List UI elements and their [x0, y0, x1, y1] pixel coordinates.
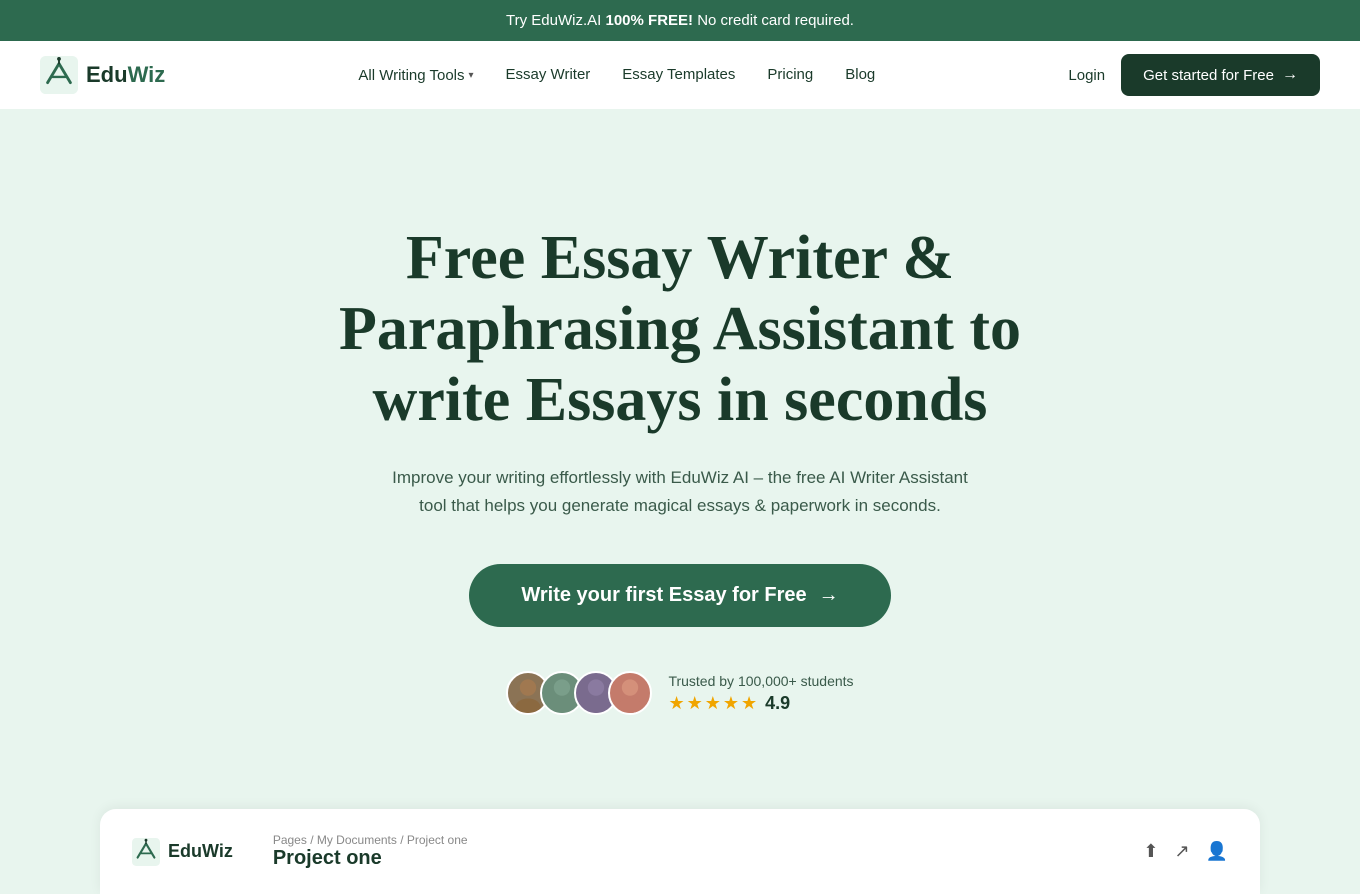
banner-suffix: No credit card required.: [693, 12, 854, 29]
rating-row: ★★★★★ 4.9: [668, 693, 790, 714]
card-logo-icon: [132, 838, 160, 866]
hero-section: Free Essay Writer & Paraphrasing Assista…: [0, 109, 1360, 809]
export-icon: ↗: [1174, 841, 1189, 861]
nav-label-essay-writer[interactable]: Essay Writer: [506, 66, 591, 83]
card-logo: EduWiz: [132, 838, 233, 866]
cta-button[interactable]: Write your first Essay for Free →: [469, 564, 890, 627]
chevron-down-icon: ▾: [469, 70, 474, 81]
nav-label-pricing[interactable]: Pricing: [767, 66, 813, 83]
avatar: [608, 671, 652, 715]
hero-title: Free Essay Writer & Paraphrasing Assista…: [280, 223, 1080, 437]
bottom-card: EduWiz Pages / My Documents / Project on…: [100, 809, 1260, 894]
breadcrumb: Pages / My Documents / Project one: [273, 833, 1144, 847]
rating-number: 4.9: [765, 693, 790, 714]
login-button[interactable]: Login: [1068, 67, 1105, 84]
social-text: Trusted by 100,000+ students ★★★★★ 4.9: [668, 673, 853, 714]
nav-item-essay-writer[interactable]: Essay Writer: [506, 66, 591, 84]
arrow-right-icon: →: [1282, 66, 1298, 84]
nav-label-blog[interactable]: Blog: [845, 66, 875, 83]
cta-label: Write your first Essay for Free: [521, 584, 806, 607]
nav-item-blog[interactable]: Blog: [845, 66, 875, 84]
user-icon: 👤: [1206, 841, 1228, 861]
nav-label-essay-templates[interactable]: Essay Templates: [622, 66, 735, 83]
cta-arrow-icon: →: [819, 584, 839, 607]
banner-highlight: 100% FREE!: [606, 12, 694, 29]
navigation: EduWiz All Writing Tools ▾ Essay Writer …: [0, 41, 1360, 109]
banner-prefix: Try EduWiz.AI: [506, 12, 605, 29]
nav-actions: Login Get started for Free →: [1068, 54, 1320, 96]
social-proof: Trusted by 100,000+ students ★★★★★ 4.9: [506, 671, 853, 715]
star-rating: ★★★★★: [668, 693, 759, 714]
nav-label-writing-tools: All Writing Tools: [358, 67, 464, 84]
trusted-label: Trusted by 100,000+ students: [668, 673, 853, 689]
nav-menu: All Writing Tools ▾ Essay Writer Essay T…: [358, 66, 875, 84]
announcement-banner: Try EduWiz.AI 100% FREE! No credit card …: [0, 0, 1360, 41]
hero-subtitle: Improve your writing effortlessly with E…: [390, 464, 970, 520]
nav-item-pricing[interactable]: Pricing: [767, 66, 813, 84]
logo-link[interactable]: EduWiz: [40, 56, 165, 94]
share-icon: ⬆: [1143, 841, 1158, 861]
nav-item-essay-templates[interactable]: Essay Templates: [622, 66, 735, 84]
nav-item-writing-tools[interactable]: All Writing Tools ▾: [358, 67, 473, 84]
logo-icon: [40, 56, 78, 94]
avatar-group: [506, 671, 652, 715]
get-started-label: Get started for Free: [1143, 67, 1274, 84]
get-started-button[interactable]: Get started for Free →: [1121, 54, 1320, 96]
bottom-card-wrapper: EduWiz Pages / My Documents / Project on…: [0, 809, 1360, 894]
logo-text: EduWiz: [86, 62, 165, 88]
